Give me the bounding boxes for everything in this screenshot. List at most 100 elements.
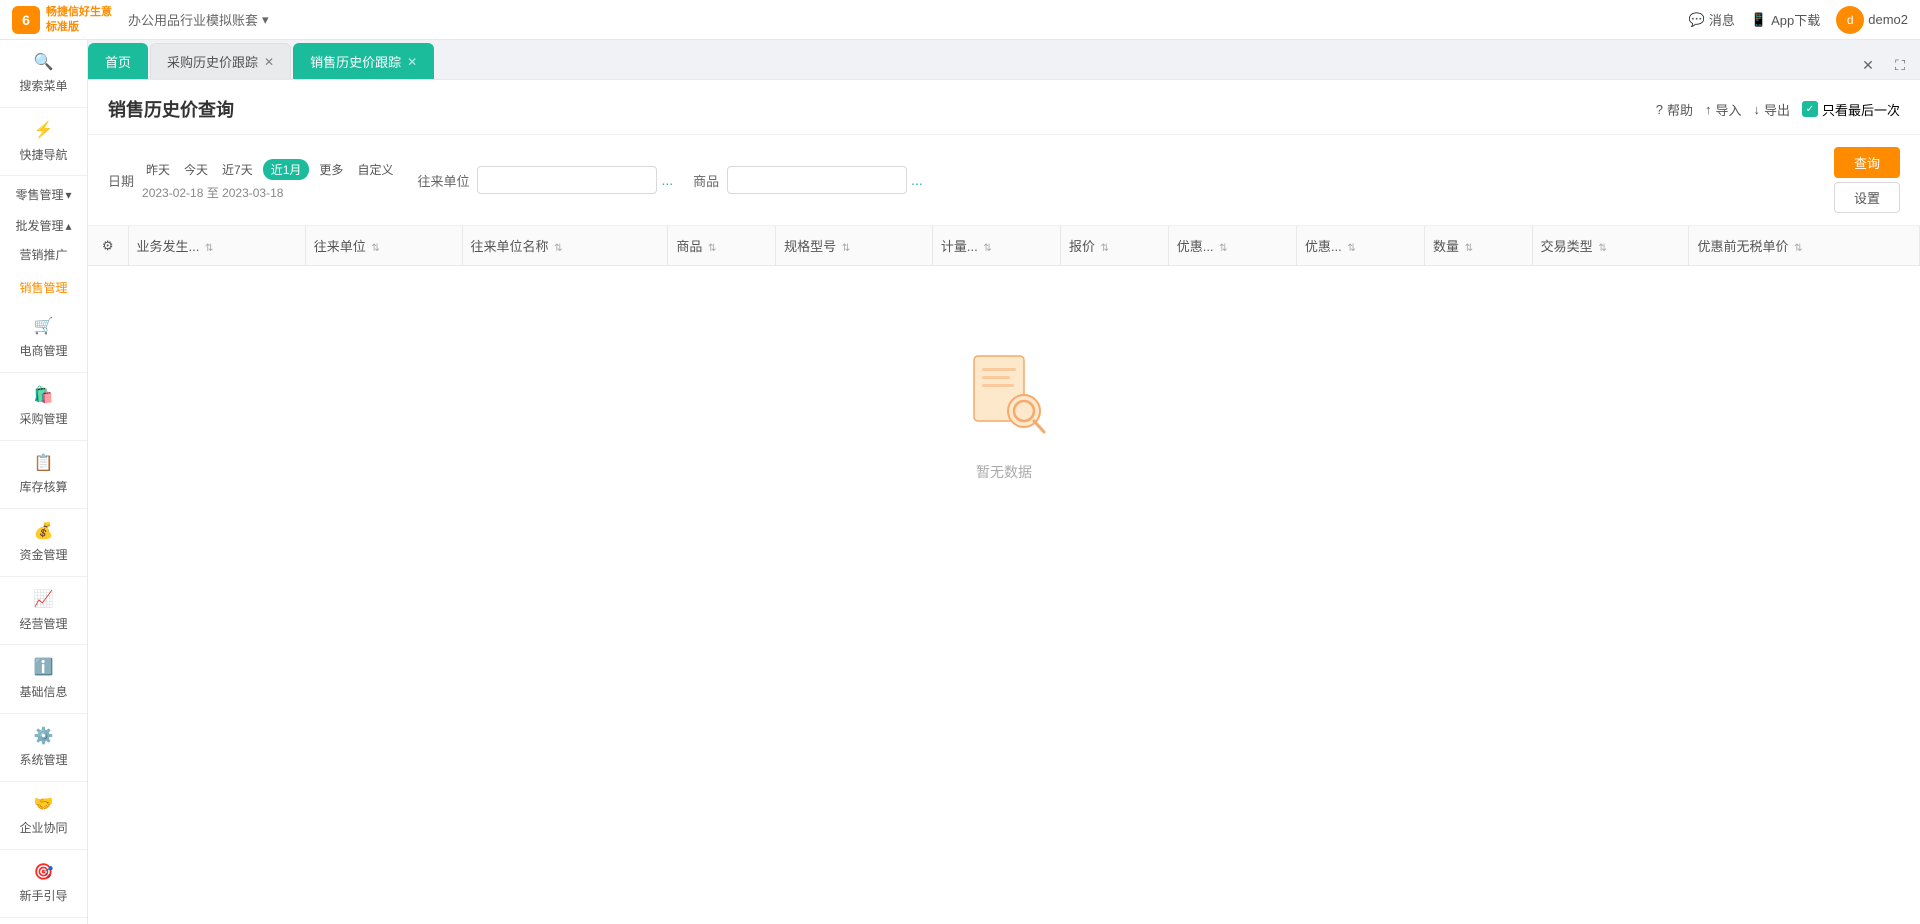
- table-col-quote[interactable]: 报价 ⇅: [1061, 226, 1169, 266]
- table-col-discount1[interactable]: 优惠... ⇅: [1168, 226, 1296, 266]
- sidebar-item-label: 零售管理: [15, 186, 63, 203]
- sidebar-item-label: 资金管理: [19, 547, 67, 564]
- help-btn[interactable]: ? 帮助: [1656, 100, 1693, 119]
- import-btn[interactable]: ↑ 导入: [1705, 100, 1742, 119]
- sidebar-item-label: 销售管理: [19, 279, 67, 296]
- info-icon: ℹ️: [34, 657, 54, 679]
- import-label: 导入: [1715, 100, 1741, 119]
- sidebar-item-inventory[interactable]: 📋 库存核算: [0, 441, 87, 509]
- date-option-more[interactable]: 更多: [315, 159, 347, 180]
- sidebar-item-operations[interactable]: 📈 经营管理: [0, 577, 87, 645]
- date-options: 昨天 今天 近7天 近1月 更多 自定义: [142, 159, 397, 180]
- page-header-actions: ? 帮助 ↑ 导入 ↓ 导出 ✓ 只看最后一次: [1656, 100, 1900, 119]
- help-icon: ?: [1656, 102, 1663, 117]
- table-col-unit[interactable]: 计量... ⇅: [932, 226, 1060, 266]
- date-option-yesterday[interactable]: 昨天: [142, 159, 174, 180]
- lightning-icon: ⚡: [34, 120, 54, 142]
- app-selector[interactable]: 办公用品行业模拟账套 ▾: [120, 6, 277, 33]
- table-col-counterpart-name[interactable]: 往来单位名称 ⇅: [462, 226, 668, 266]
- filter-bar: 日期 昨天 今天 近7天 近1月 更多 自定义 2023-02-18 至 202…: [88, 135, 1920, 226]
- sidebar-item-purchase-mgmt[interactable]: 🛍️ 采购管理: [0, 373, 87, 441]
- message-label: 消息: [1709, 10, 1735, 29]
- data-table: ⚙ 业务发生... ⇅ 往来单位 ⇅: [88, 226, 1920, 266]
- table-col-counterpart[interactable]: 往来单位 ⇅: [305, 226, 462, 266]
- main-layout: 🔍 搜索菜单 ⚡ 快捷导航 零售管理 ▾ 批发管理 ▴ 营销推广 销售管理 🛒 …: [0, 40, 1920, 924]
- sidebar-item-ecommerce[interactable]: 🛒 电商管理: [0, 304, 87, 372]
- date-option-today[interactable]: 今天: [180, 159, 212, 180]
- table-gear-icon[interactable]: ⚙: [102, 238, 114, 253]
- search-button[interactable]: 查询: [1834, 147, 1900, 178]
- counterpart-filter-group: 往来单位 ...: [417, 166, 673, 194]
- logo-text: 畅捷信好生意 标准版: [46, 5, 112, 34]
- sort-icon-trade-type: ⇅: [1598, 243, 1606, 254]
- message-btn[interactable]: 💬 消息: [1689, 10, 1735, 29]
- page-header: 销售历史价查询 ? 帮助 ↑ 导入 ↓ 导出: [88, 80, 1920, 135]
- only-last-label: 只看最后一次: [1822, 100, 1900, 119]
- sidebar-item-enterprise-collab[interactable]: 🤝 企业协同: [0, 782, 87, 850]
- table-col-qty[interactable]: 数量 ⇅: [1424, 226, 1532, 266]
- collab-icon: 🤝: [34, 794, 54, 816]
- counterpart-dots-btn[interactable]: ...: [661, 172, 673, 188]
- table-col-gear[interactable]: ⚙: [88, 226, 128, 266]
- counterpart-input-wrap: ...: [477, 166, 673, 194]
- finance-icon: 💰: [34, 521, 54, 543]
- sort-icon-discount1: ⇅: [1219, 243, 1227, 254]
- sidebar-item-sales-mgmt[interactable]: 销售管理: [0, 271, 87, 304]
- sidebar-item-quick-nav[interactable]: ⚡ 快捷导航: [0, 108, 87, 176]
- table-col-trade-type[interactable]: 交易类型 ⇅: [1532, 226, 1689, 266]
- sidebar-item-app-center[interactable]: 📱 应用中心: [0, 918, 87, 924]
- page-title: 销售历史价查询: [108, 96, 234, 122]
- sidebar-item-new-guide[interactable]: 🎯 新手引导: [0, 850, 87, 918]
- table-col-spec[interactable]: 规格型号 ⇅: [776, 226, 933, 266]
- sort-icon-discount2: ⇅: [1347, 243, 1355, 254]
- table-col-pretax[interactable]: 优惠前无税单价 ⇅: [1689, 226, 1920, 266]
- sidebar-item-finance[interactable]: 💰 资金管理: [0, 509, 87, 577]
- operations-icon: 📈: [34, 589, 54, 611]
- avatar-initial: d: [1847, 13, 1854, 27]
- tab-home[interactable]: 首页: [88, 43, 148, 79]
- help-label: 帮助: [1667, 100, 1693, 119]
- sort-icon-counterpart-name: ⇅: [554, 243, 562, 254]
- logo-area: 6 畅捷信好生意 标准版: [12, 5, 112, 34]
- sidebar-item-search-menu[interactable]: 🔍 搜索菜单: [0, 40, 87, 108]
- sidebar-item-label: 基础信息: [19, 684, 67, 701]
- tab-sales-history[interactable]: 销售历史价跟踪 ✕: [293, 43, 434, 79]
- sort-icon-product: ⇅: [708, 243, 716, 254]
- filter-buttons: 查询 设置: [1834, 147, 1900, 213]
- date-filter-group: 日期 昨天 今天 近7天 近1月 更多 自定义 2023-02-18 至 202…: [108, 159, 397, 201]
- sidebar-item-basic-info[interactable]: ℹ️ 基础信息: [0, 645, 87, 713]
- sidebar-item-retail-mgmt[interactable]: 零售管理 ▾: [0, 176, 87, 207]
- export-label: 导出: [1764, 100, 1790, 119]
- date-option-last1m[interactable]: 近1月: [263, 159, 310, 180]
- sidebar-item-label: 采购管理: [19, 411, 67, 428]
- tab-sales-close-icon[interactable]: ✕: [407, 55, 417, 69]
- table-header-row: ⚙ 业务发生... ⇅ 往来单位 ⇅: [88, 226, 1920, 266]
- user-profile-btn[interactable]: d demo2: [1836, 6, 1908, 34]
- gear-icon: ⚙️: [34, 726, 54, 748]
- table-col-discount2[interactable]: 优惠... ⇅: [1296, 226, 1424, 266]
- search-icon: 🔍: [34, 52, 54, 74]
- settings-button[interactable]: 设置: [1834, 182, 1900, 213]
- app-download-btn[interactable]: 📱 App下载: [1751, 10, 1820, 29]
- product-input[interactable]: [727, 166, 907, 194]
- tab-expand-btn[interactable]: ⛶: [1888, 53, 1912, 77]
- export-btn[interactable]: ↓ 导出: [1753, 100, 1790, 119]
- only-last-checkbox[interactable]: ✓: [1802, 101, 1818, 117]
- table-col-biz-date[interactable]: 业务发生... ⇅: [128, 226, 305, 266]
- tab-home-label: 首页: [105, 52, 131, 71]
- table-col-product[interactable]: 商品 ⇅: [668, 226, 776, 266]
- tab-purchase-history[interactable]: 采购历史价跟踪 ✕: [150, 43, 291, 79]
- date-option-custom[interactable]: 自定义: [353, 159, 397, 180]
- tab-purchase-close-icon[interactable]: ✕: [264, 55, 274, 69]
- tab-close-all-btn[interactable]: ✕: [1856, 53, 1880, 77]
- date-option-last7[interactable]: 近7天: [218, 159, 257, 180]
- sidebar-item-wholesale-mgmt[interactable]: 批发管理 ▴: [0, 207, 87, 238]
- inventory-icon: 📋: [34, 453, 54, 475]
- product-filter-group: 商品 ...: [693, 166, 923, 194]
- sidebar-item-marketing[interactable]: 营销推广: [0, 238, 87, 271]
- product-dots-btn[interactable]: ...: [911, 172, 923, 188]
- top-bar-right: 💬 消息 📱 App下载 d demo2: [1689, 6, 1908, 34]
- counterpart-input[interactable]: [477, 166, 657, 194]
- sidebar-item-system[interactable]: ⚙️ 系统管理: [0, 714, 87, 782]
- message-icon: 💬: [1689, 12, 1705, 28]
